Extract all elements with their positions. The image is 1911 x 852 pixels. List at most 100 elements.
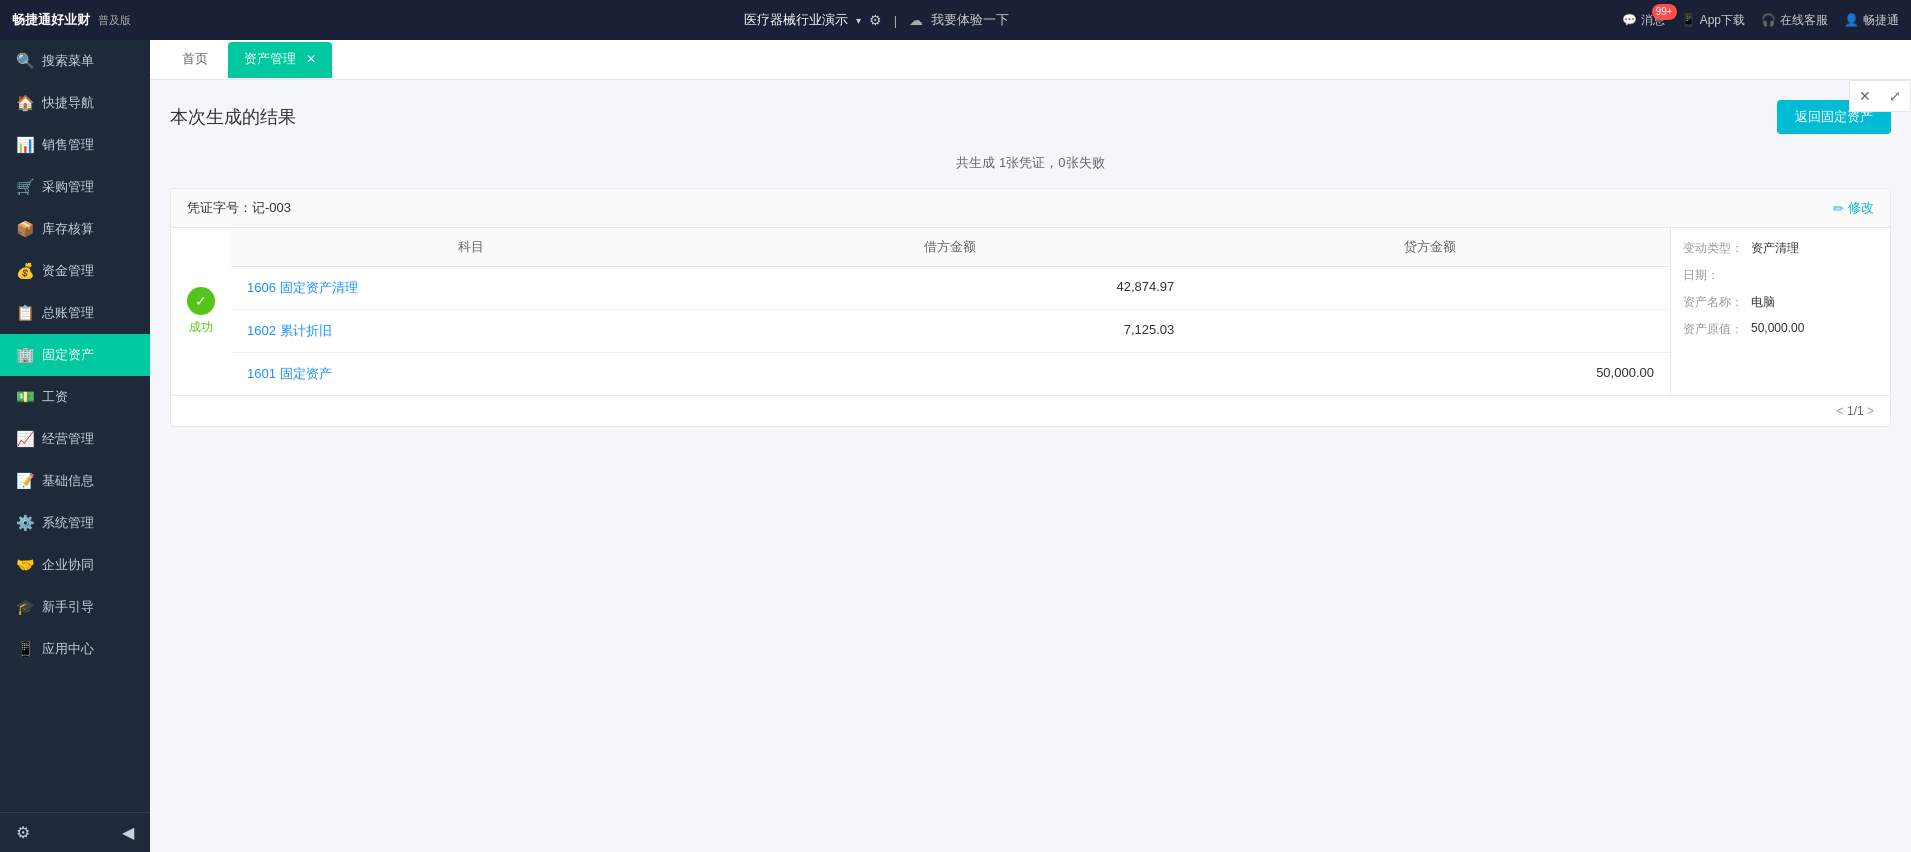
sidebar-item-quick-nav[interactable]: 🏠 快捷导航 xyxy=(0,82,150,124)
panel-controls: ✕ ⤢ xyxy=(1849,80,1911,112)
sidebar-item-enterprise[interactable]: 🤝 企业协同 xyxy=(0,544,150,586)
sidebar-label-system: 系统管理 xyxy=(42,514,94,532)
app-edition: 普及版 xyxy=(98,13,131,28)
sidebar: 🔍 搜索菜单 🏠 快捷导航 📊 销售管理 🛒 采购管理 📦 库存核算 💰 资金管… xyxy=(0,40,150,852)
asset-value-row: 资产原值： 50,000.00 xyxy=(1683,321,1878,338)
top-header: 畅捷通好业财 普及版 医疗器械行业演示 ▾ ⚙ | ☁ 我要体验一下 💬 消息 … xyxy=(0,0,1911,40)
sidebar-item-inventory[interactable]: 📦 库存核算 xyxy=(0,208,150,250)
right-info-panel: 变动类型： 资产清理 日期： 资产名称： 电脑 资产原值： xyxy=(1670,228,1890,395)
collapse-sidebar-icon[interactable]: ◀ xyxy=(122,823,134,842)
summary-text: 共生成 1张凭证，0张失败 xyxy=(956,155,1104,170)
col-header-debit: 借方金额 xyxy=(711,228,1191,266)
company-dropdown-icon[interactable]: ▾ xyxy=(856,15,861,26)
sidebar-label-basic-info: 基础信息 xyxy=(42,472,94,490)
sidebar-label-quick-nav: 快捷导航 xyxy=(42,94,94,112)
ledger-icon: 📋 xyxy=(16,304,34,322)
tab-asset-label: 资产管理 xyxy=(244,51,296,66)
sidebar-item-operations[interactable]: 📈 经营管理 xyxy=(0,418,150,460)
tab-asset-management[interactable]: 资产管理 ✕ xyxy=(228,42,332,78)
col-header-credit: 贷方金额 xyxy=(1190,228,1670,266)
page-content: 本次生成的结果 返回固定资产 共生成 1张凭证，0张失败 凭证字号：记-003 … xyxy=(150,80,1911,852)
system-icon: ⚙️ xyxy=(16,514,34,532)
pagination: < 1/1 > xyxy=(171,396,1890,426)
cell-debit-2 xyxy=(711,353,1191,395)
col-header-subject: 科目 xyxy=(231,228,711,266)
online-service-button[interactable]: 🎧 在线客服 xyxy=(1761,12,1828,29)
settings-bottom-icon[interactable]: ⚙ xyxy=(16,823,30,842)
asset-name-value: 电脑 xyxy=(1751,294,1775,311)
close-panel-button[interactable]: ✕ xyxy=(1850,81,1880,111)
sidebar-item-fixed-assets[interactable]: 🏢 固定资产 xyxy=(0,334,150,376)
finance-icon: 💰 xyxy=(16,262,34,280)
voucher-main-table: 科目 借方金额 贷方金额 1606 固定资产清理 42,874.97 16 xyxy=(231,228,1670,395)
username-label: 畅捷通 xyxy=(1863,12,1899,29)
success-status: ✓ 成功 xyxy=(171,228,231,395)
sidebar-item-sales[interactable]: 📊 销售管理 xyxy=(0,124,150,166)
cell-debit-0: 42,874.97 xyxy=(711,267,1191,309)
cell-credit-2: 50,000.00 xyxy=(1190,353,1670,395)
sidebar-item-ledger[interactable]: 📋 总账管理 xyxy=(0,292,150,334)
sidebar-item-search[interactable]: 🔍 搜索菜单 xyxy=(0,40,150,82)
voucher-table: ✓ 成功 科目 借方金额 贷方金额 1606 固定资产清理 xyxy=(171,228,1890,396)
sidebar-label-purchase: 采购管理 xyxy=(42,178,94,196)
cell-subject-2: 1601 固定资产 xyxy=(231,353,711,395)
experience-link[interactable]: 我要体验一下 xyxy=(931,11,1009,29)
sidebar-item-app-center[interactable]: 📱 应用中心 xyxy=(0,628,150,670)
header-center: 医疗器械行业演示 ▾ ⚙ | ☁ 我要体验一下 xyxy=(744,11,1009,29)
tab-close-icon[interactable]: ✕ xyxy=(306,52,316,66)
sidebar-label-operations: 经营管理 xyxy=(42,430,94,448)
sidebar-label-enterprise: 企业协同 xyxy=(42,556,94,574)
guide-icon: 🎓 xyxy=(16,598,34,616)
basic-info-icon: 📝 xyxy=(16,472,34,490)
sales-icon: 📊 xyxy=(16,136,34,154)
sidebar-item-basic-info[interactable]: 📝 基础信息 xyxy=(0,460,150,502)
settings-icon[interactable]: ⚙ xyxy=(869,12,882,28)
voucher-number: 凭证字号：记-003 xyxy=(187,199,291,217)
table-row: 1602 累计折旧 7,125.03 xyxy=(231,310,1670,353)
sidebar-item-system[interactable]: ⚙️ 系统管理 xyxy=(0,502,150,544)
sidebar-item-finance[interactable]: 💰 资金管理 xyxy=(0,250,150,292)
date-row: 日期： xyxy=(1683,267,1878,284)
page-title: 本次生成的结果 xyxy=(170,105,296,129)
tab-home[interactable]: 首页 xyxy=(166,42,224,78)
sidebar-label-payroll: 工资 xyxy=(42,388,68,406)
download-icon: 📱 xyxy=(1681,13,1696,27)
sidebar-label-guide: 新手引导 xyxy=(42,598,94,616)
edit-voucher-button[interactable]: ✏ 修改 xyxy=(1833,199,1874,217)
change-type-label: 变动类型： xyxy=(1683,240,1743,257)
summary-bar: 共生成 1张凭证，0张失败 xyxy=(170,154,1891,172)
expand-panel-button[interactable]: ⤢ xyxy=(1880,81,1910,111)
inventory-icon: 📦 xyxy=(16,220,34,238)
content-wrapper: 首页 资产管理 ✕ ✕ ⤢ 本次生成的结果 返回固定资产 共生成 1张凭证，0张… xyxy=(150,40,1911,852)
sidebar-label-search: 搜索菜单 xyxy=(42,52,94,70)
header-right: 💬 消息 99+ 📱 App下载 🎧 在线客服 👤 畅捷通 xyxy=(1622,12,1899,29)
voucher-header: 凭证字号：记-003 ✏ 修改 xyxy=(171,189,1890,228)
success-check-icon: ✓ xyxy=(187,287,215,315)
home-icon: 🏠 xyxy=(16,94,34,112)
notification-badge: 99+ xyxy=(1652,4,1677,20)
sidebar-item-guide[interactable]: 🎓 新手引导 xyxy=(0,586,150,628)
sidebar-item-purchase[interactable]: 🛒 采购管理 xyxy=(0,166,150,208)
payroll-icon: 💵 xyxy=(16,388,34,406)
logo-area: 畅捷通好业财 普及版 xyxy=(12,11,131,29)
purchase-icon: 🛒 xyxy=(16,178,34,196)
table-header: 科目 借方金额 贷方金额 xyxy=(231,228,1670,267)
cloud-icon: ☁ xyxy=(909,12,923,28)
edit-label: 修改 xyxy=(1848,199,1874,217)
app-download-button[interactable]: 📱 App下载 xyxy=(1681,12,1745,29)
main-layout: 🔍 搜索菜单 🏠 快捷导航 📊 销售管理 🛒 采购管理 📦 库存核算 💰 资金管… xyxy=(0,40,1911,852)
user-avatar-button[interactable]: 👤 畅捷通 xyxy=(1844,12,1899,29)
change-type-row: 变动类型： 资产清理 xyxy=(1683,240,1878,257)
fixed-assets-icon: 🏢 xyxy=(16,346,34,364)
sidebar-item-payroll[interactable]: 💵 工资 xyxy=(0,376,150,418)
prev-page-icon[interactable]: < xyxy=(1837,404,1844,418)
cell-credit-1 xyxy=(1190,310,1670,352)
company-name[interactable]: 医疗器械行业演示 xyxy=(744,11,848,29)
message-icon: 💬 xyxy=(1622,13,1637,27)
edit-icon: ✏ xyxy=(1833,201,1844,216)
cell-subject-1: 1602 累计折旧 xyxy=(231,310,711,352)
notification-button[interactable]: 💬 消息 99+ xyxy=(1622,12,1665,29)
next-page-icon[interactable]: > xyxy=(1867,404,1874,418)
app-logo: 畅捷通好业财 xyxy=(12,11,90,29)
asset-value-label: 资产原值： xyxy=(1683,321,1743,338)
